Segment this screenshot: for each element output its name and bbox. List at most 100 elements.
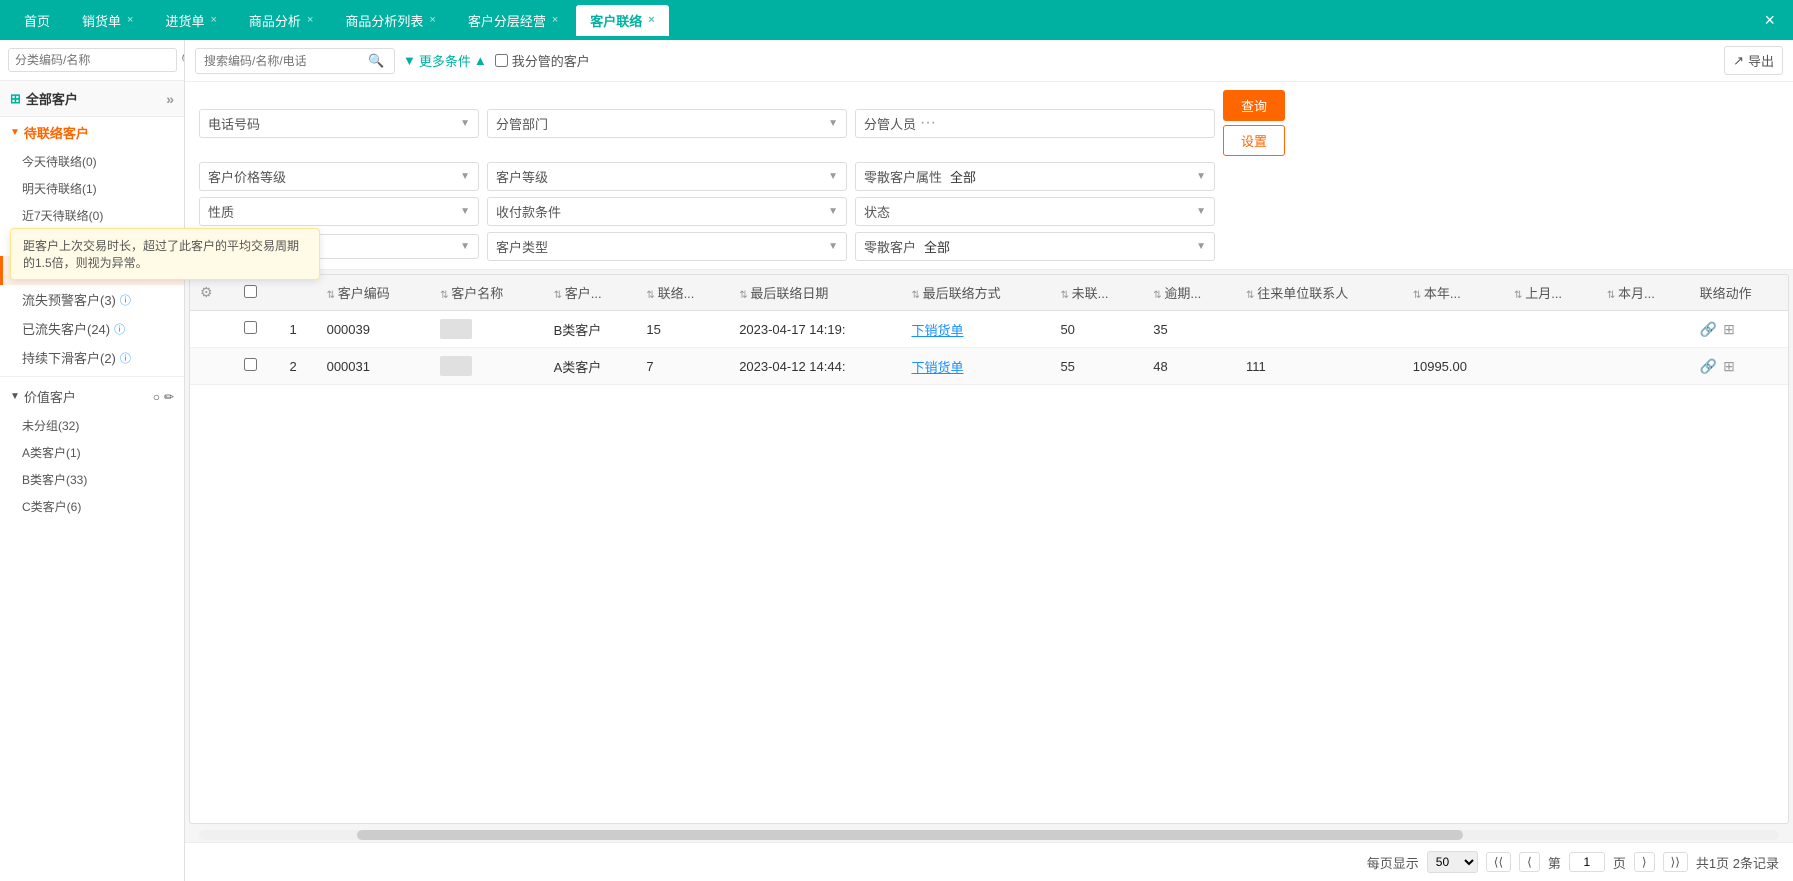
settings-button[interactable]: 设置 (1223, 125, 1285, 156)
sidebar-item-c-class[interactable]: C类客户(6) (0, 493, 184, 520)
filter-nature[interactable]: 性质 ▼ (199, 197, 479, 226)
next-page-button[interactable]: ⟩ (1634, 852, 1655, 872)
info-icon-1[interactable]: ⓘ (120, 292, 131, 308)
col-company-contact[interactable]: 往来单位联系人 (1236, 275, 1403, 311)
page-number-input[interactable] (1569, 852, 1605, 872)
scrollbar-thumb[interactable] (357, 830, 1463, 840)
col-contact[interactable]: 联络... (636, 275, 729, 311)
filter-manager-more[interactable]: ··· (920, 114, 936, 132)
row-name (430, 311, 544, 348)
sidebar-item-a-class[interactable]: A类客户(1) (0, 439, 184, 466)
sidebar-value-customer-group[interactable]: ▼ 价值客户 ○ ✏ (0, 381, 184, 412)
export-button[interactable]: ↗ 导出 (1724, 46, 1783, 75)
first-page-button[interactable]: ⟨⟨ (1486, 852, 1511, 872)
tab-customer-segmentation-close[interactable]: × (552, 14, 558, 26)
row-checkbox[interactable] (244, 358, 257, 371)
info-icon-2[interactable]: ⓘ (114, 321, 125, 337)
filter-customer-level-arrow: ▼ (828, 171, 838, 182)
info-icon-3[interactable]: ⓘ (120, 350, 131, 366)
filter-retail-attr[interactable]: 零散客户属性 全部 ▼ (855, 162, 1215, 191)
last-contact-method-link[interactable]: 下销货单 (911, 360, 963, 375)
tab-customer-contact-close[interactable]: × (648, 14, 654, 26)
tab-purchase-order-close[interactable]: × (210, 14, 216, 26)
col-index (279, 275, 316, 311)
filter-dept[interactable]: 分管部门 ▼ (487, 109, 847, 138)
col-last-month[interactable]: 上月... (1504, 275, 1597, 311)
prev-page-button[interactable]: ⟨ (1519, 852, 1540, 872)
table-row: 2 000031 A类客户 7 2023-04-12 14:44: 下销货单 5… (190, 348, 1788, 385)
filter-customer-type-arrow: ▼ (828, 241, 838, 252)
row-company-contact (1236, 311, 1403, 348)
col-code[interactable]: 客户编码 (317, 275, 431, 311)
tab-sales-order[interactable]: 销货单 × (68, 5, 147, 36)
filter-manager[interactable]: 分管人员 ··· (855, 109, 1215, 138)
sidebar-item-ungroup[interactable]: 未分组(32) (0, 412, 184, 439)
tab-product-analysis[interactable]: 商品分析 × (235, 5, 327, 36)
sidebar-item-b-class[interactable]: B类客户(33) (0, 466, 184, 493)
last-page-button[interactable]: ⟩⟩ (1663, 852, 1688, 872)
row-name (430, 348, 544, 385)
col-overdue[interactable]: 逾期... (1143, 275, 1236, 311)
last-contact-method-link[interactable]: 下销货单 (911, 323, 963, 338)
select-all-checkbox[interactable] (244, 285, 257, 298)
filter-phone[interactable]: 电话号码 ▼ (199, 109, 479, 138)
search-input[interactable] (204, 54, 364, 68)
filter-status-arrow: ▼ (1196, 206, 1206, 217)
row-last-month (1504, 311, 1597, 348)
tab-sales-order-close[interactable]: × (127, 14, 133, 26)
col-this-year[interactable]: 本年... (1403, 275, 1504, 311)
filter-status[interactable]: 状态 ▼ (855, 197, 1215, 226)
sidebar-item-lost-customers[interactable]: 已流失客户(24) ⓘ (0, 314, 184, 343)
sidebar-collapse-btn[interactable]: » (166, 91, 174, 107)
sidebar-item-tomorrow-contact[interactable]: 明天待联络(1) (0, 175, 184, 202)
tab-home[interactable]: 首页 (10, 5, 64, 36)
col-uncontacted[interactable]: 未联... (1050, 275, 1143, 311)
my-customers-checkbox[interactable] (495, 54, 508, 67)
sidebar-item-today-contact[interactable]: 今天待联络(0) (0, 148, 184, 175)
col-last-contact-method[interactable]: 最后联络方式 (901, 275, 1050, 311)
row-action-link-icon[interactable]: 🔗 (1700, 358, 1717, 375)
query-button[interactable]: 查询 (1223, 90, 1285, 121)
tab-product-analysis-list[interactable]: 商品分析列表 × (331, 5, 449, 36)
horizontal-scrollbar[interactable] (199, 830, 1779, 840)
sidebar-search-input[interactable] (8, 48, 177, 72)
row-code: 000039 (317, 311, 431, 348)
more-conditions-button[interactable]: ▼ 更多条件 ▲ (403, 51, 487, 70)
table-settings-gear[interactable]: ⚙ (200, 284, 213, 300)
tab-purchase-order[interactable]: 进货单 × (151, 5, 230, 36)
col-last-contact-date[interactable]: 最后联络日期 (729, 275, 901, 311)
row-action-grid-icon[interactable]: ⊞ (1723, 321, 1735, 338)
row-last-month (1504, 348, 1597, 385)
page-size-select[interactable]: 50 100 200 (1427, 851, 1478, 873)
col-name[interactable]: 客户名称 (430, 275, 544, 311)
filter-row-1: 电话号码 ▼ 分管部门 ▼ 分管人员 ··· 查询 设置 (199, 90, 1779, 156)
sidebar-item-declining-customers[interactable]: 持续下滑客户(2) ⓘ (0, 343, 184, 372)
search-icon[interactable]: 🔍 (368, 53, 384, 69)
filter-customer-level[interactable]: 客户等级 ▼ (487, 162, 847, 191)
sidebar-item-7days-contact[interactable]: 近7天待联络(0) (0, 202, 184, 229)
filter-retail-customer[interactable]: 零散客户 全部 ▼ (855, 232, 1215, 261)
row-last-contact-date: 2023-04-17 14:19: (729, 311, 901, 348)
my-customers-checkbox-label[interactable]: 我分管的客户 (495, 51, 590, 70)
sidebar-all-customers[interactable]: ⊞ 全部客户 » (0, 81, 184, 117)
export-icon: ↗ (1733, 53, 1744, 69)
sidebar-item-loss-warning[interactable]: 流失预警客户(3) ⓘ (0, 285, 184, 314)
filter-payment[interactable]: 收付款条件 ▼ (487, 197, 847, 226)
filter-customer-type[interactable]: 客户类型 ▼ (487, 232, 847, 261)
row-action-grid-icon[interactable]: ⊞ (1723, 358, 1735, 375)
tab-customer-contact[interactable]: 客户联络 × (576, 5, 668, 36)
value-group-circle-icon[interactable]: ○ (153, 390, 160, 404)
tab-product-analysis-list-close[interactable]: × (429, 14, 435, 26)
sidebar-group-pending-contact[interactable]: ▼ 待联络客户 (0, 117, 184, 148)
window-close-button[interactable]: × (1756, 6, 1783, 35)
filter-icon: ▼ (403, 53, 416, 68)
filter-price-level[interactable]: 客户价格等级 ▼ (199, 162, 479, 191)
tab-customer-segmentation[interactable]: 客户分层经营 × (454, 5, 572, 36)
col-type[interactable]: 客户... (544, 275, 637, 311)
col-this-month[interactable]: 本月... (1597, 275, 1690, 311)
row-action-link-icon[interactable]: 🔗 (1700, 321, 1717, 338)
row-last-contact-method: 下销货单 (901, 311, 1050, 348)
row-checkbox[interactable] (244, 321, 257, 334)
tab-product-analysis-close[interactable]: × (307, 14, 313, 26)
value-group-edit-icon[interactable]: ✏ (164, 390, 174, 404)
